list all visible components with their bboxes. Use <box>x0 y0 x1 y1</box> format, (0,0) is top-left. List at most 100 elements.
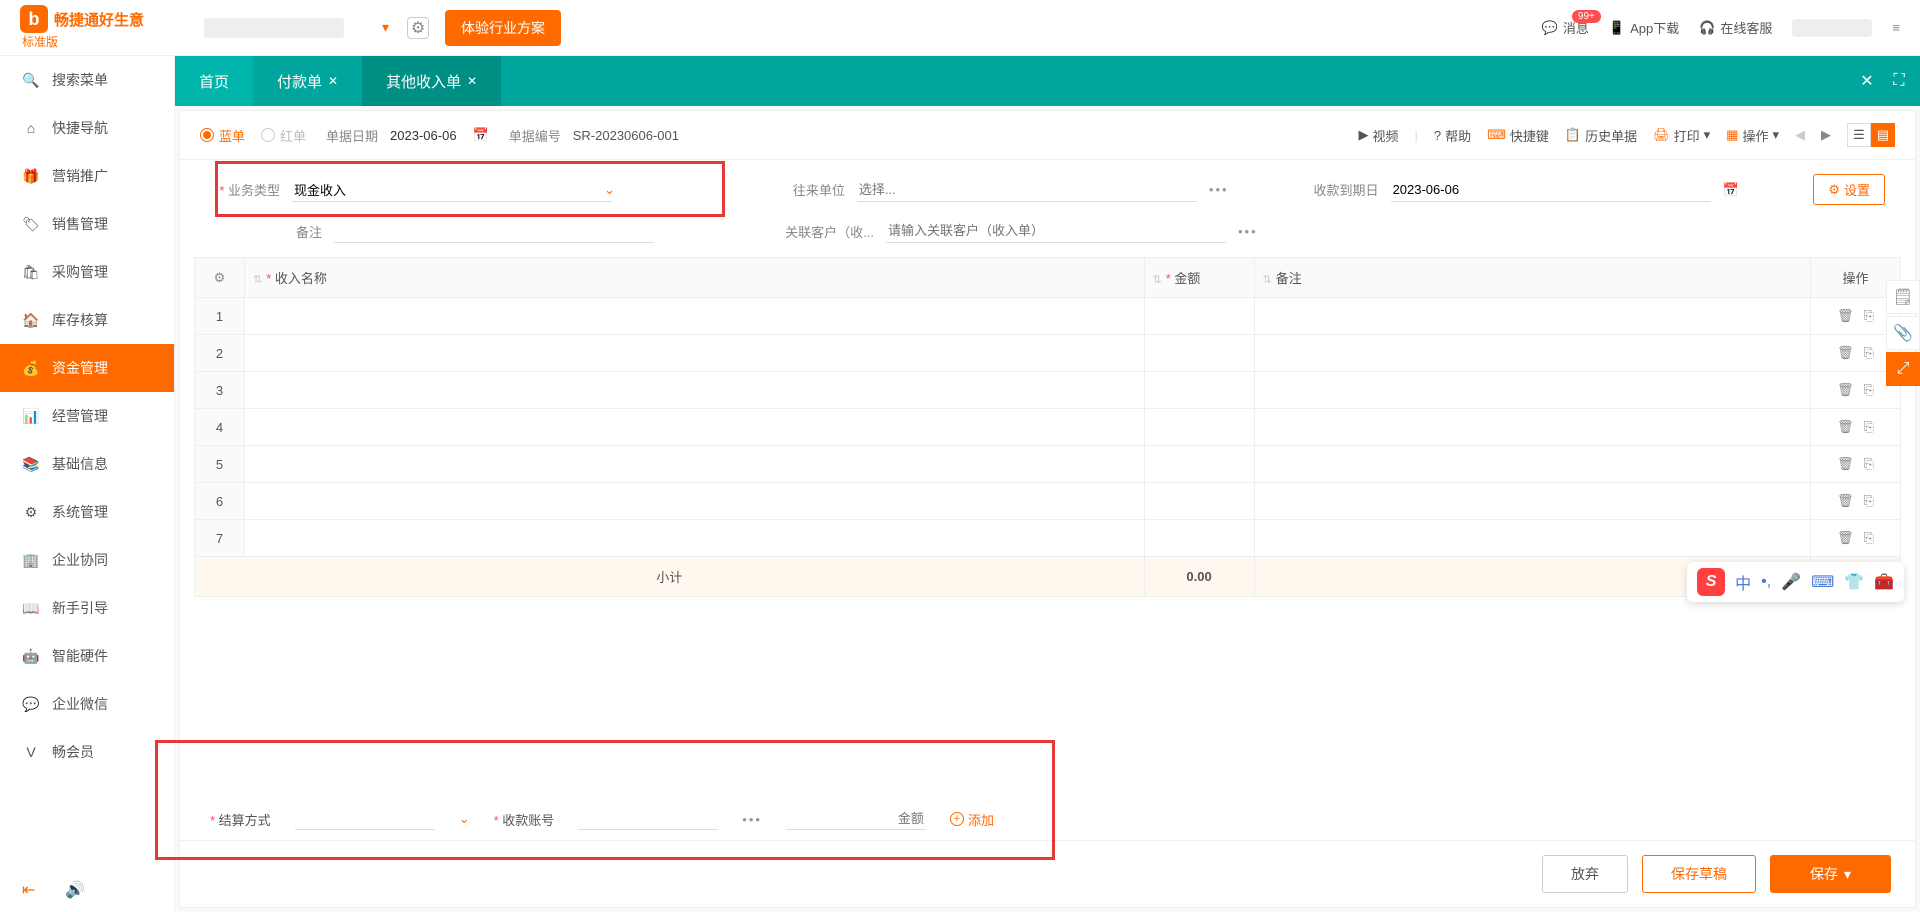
cell-income-name[interactable] <box>245 483 1145 520</box>
cell-remark[interactable] <box>1254 483 1810 520</box>
ime-mic-icon[interactable]: 🎤 <box>1781 572 1801 592</box>
ime-toolbar[interactable]: S 中 •, 🎤 ⌨ 👕 🧰 <box>1687 562 1904 602</box>
cell-remark[interactable] <box>1254 446 1810 483</box>
more-dots-icon[interactable]: ••• <box>1238 224 1258 239</box>
more-dots-icon[interactable]: ••• <box>742 812 762 827</box>
delete-row-icon[interactable]: 🗑 <box>1837 493 1854 509</box>
table-settings-icon[interactable]: ⚙ <box>195 258 245 298</box>
table-row[interactable]: 3🗑⎘ <box>195 372 1901 409</box>
user-name-blur[interactable] <box>1792 19 1872 37</box>
view-card-icon[interactable]: ▤ <box>1871 123 1895 147</box>
sidebar-item-11[interactable]: 📖新手引导 <box>0 584 174 632</box>
org-selector[interactable]: ▾ <box>204 18 407 38</box>
cell-amount[interactable] <box>1144 372 1254 409</box>
sidebar-item-4[interactable]: 🛍采购管理 <box>0 248 174 296</box>
radio-blue-bill[interactable]: 蓝单 <box>200 126 245 145</box>
ime-lang[interactable]: 中 <box>1735 570 1751 594</box>
copy-row-icon[interactable]: ⎘ <box>1864 345 1874 361</box>
sidebar-item-9[interactable]: ⚙系统管理 <box>0 488 174 536</box>
settlement-method-input[interactable] <box>295 808 435 830</box>
cell-amount[interactable] <box>1144 298 1254 335</box>
add-settlement-button[interactable]: + 添加 <box>950 810 994 829</box>
ime-toolbox-icon[interactable]: 🧰 <box>1874 572 1894 592</box>
discard-button[interactable]: 放弃 <box>1542 855 1628 893</box>
cell-remark[interactable] <box>1254 372 1810 409</box>
delete-row-icon[interactable]: 🗑 <box>1837 382 1854 398</box>
calendar-icon[interactable]: 📅 <box>1723 182 1739 198</box>
table-row[interactable]: 4🗑⎘ <box>195 409 1901 446</box>
col-amount[interactable]: ⇅* 金额 <box>1144 258 1254 298</box>
history-link[interactable]: 📋历史单据 <box>1565 126 1637 145</box>
col-income-name[interactable]: ⇅* 收入名称 <box>245 258 1145 298</box>
sidebar-item-0[interactable]: 🔍搜索菜单 <box>0 56 174 104</box>
cell-amount[interactable] <box>1144 335 1254 372</box>
cell-income-name[interactable] <box>245 520 1145 557</box>
cell-income-name[interactable] <box>245 298 1145 335</box>
sidebar-item-7[interactable]: 📊经营管理 <box>0 392 174 440</box>
cell-remark[interactable] <box>1254 335 1810 372</box>
help-link[interactable]: ?帮助 <box>1434 126 1471 145</box>
operate-link[interactable]: ▦操作▾ <box>1726 126 1779 145</box>
bill-date-value[interactable]: 2023-06-06 <box>390 128 457 143</box>
remark-input[interactable] <box>334 219 654 243</box>
due-date-input[interactable] <box>1391 178 1711 202</box>
settings-gear-icon[interactable]: ⚙ <box>407 17 429 39</box>
table-row[interactable]: 5🗑⎘ <box>195 446 1901 483</box>
tab-0[interactable]: 付款单✕ <box>253 56 362 106</box>
table-row[interactable]: 2🗑⎘ <box>195 335 1901 372</box>
video-link[interactable]: ▶视频 <box>1358 126 1398 145</box>
related-customer-input[interactable] <box>886 219 1226 243</box>
cell-amount[interactable] <box>1144 483 1254 520</box>
delete-row-icon[interactable]: 🗑 <box>1837 308 1854 324</box>
rail-note-icon[interactable]: 🗒 <box>1886 280 1920 314</box>
prev-icon[interactable]: ◀ <box>1795 127 1805 143</box>
copy-row-icon[interactable]: ⎘ <box>1864 419 1874 435</box>
copy-row-icon[interactable]: ⎘ <box>1864 382 1874 398</box>
delete-row-icon[interactable]: 🗑 <box>1837 456 1854 472</box>
cell-income-name[interactable] <box>245 446 1145 483</box>
view-list-icon[interactable]: ☰ <box>1847 123 1871 147</box>
chevron-down-icon[interactable]: ⌄ <box>459 811 470 827</box>
copy-row-icon[interactable]: ⎘ <box>1864 456 1874 472</box>
settlement-account-input[interactable] <box>578 808 718 830</box>
biz-type-input[interactable] <box>292 178 612 202</box>
sidebar-item-13[interactable]: 💬企业微信 <box>0 680 174 728</box>
online-service-link[interactable]: 🎧 在线客服 <box>1699 18 1772 37</box>
sidebar-item-5[interactable]: 🏠库存核算 <box>0 296 174 344</box>
cell-amount[interactable] <box>1144 446 1254 483</box>
print-link[interactable]: 🖨打印▾ <box>1653 126 1710 145</box>
app-download-link[interactable]: 📱 App下载 <box>1609 18 1679 37</box>
tab-1[interactable]: 其他收入单✕ <box>362 56 501 106</box>
sidebar-item-10[interactable]: 🏢企业协同 <box>0 536 174 584</box>
sidebar-item-6[interactable]: 💰资金管理 <box>0 344 174 392</box>
tab-home[interactable]: 首页 <box>175 56 253 106</box>
tab-close-all-icon[interactable]: ✕ <box>1852 66 1882 96</box>
next-icon[interactable]: ▶ <box>1821 127 1831 143</box>
chevron-down-icon[interactable]: ⌄ <box>604 182 615 198</box>
col-remark[interactable]: ⇅备注 <box>1254 258 1810 298</box>
rail-expand-icon[interactable]: ⤢ <box>1886 352 1920 386</box>
delete-row-icon[interactable]: 🗑 <box>1837 419 1854 435</box>
calendar-icon[interactable]: 📅 <box>473 127 489 143</box>
cell-remark[interactable] <box>1254 520 1810 557</box>
cell-income-name[interactable] <box>245 335 1145 372</box>
close-icon[interactable]: ✕ <box>467 74 477 88</box>
save-button[interactable]: 保存▾ <box>1770 855 1891 893</box>
sound-icon[interactable]: 🔊 <box>65 880 85 900</box>
save-draft-button[interactable]: 保存草稿 <box>1642 855 1756 893</box>
sidebar-item-14[interactable]: V畅会员 <box>0 728 174 776</box>
radio-red-bill[interactable]: 红单 <box>261 126 306 145</box>
close-icon[interactable]: ✕ <box>328 74 338 88</box>
settlement-amount-input[interactable] <box>786 808 926 830</box>
ime-skin-icon[interactable]: 👕 <box>1844 572 1864 592</box>
ime-keyboard-icon[interactable]: ⌨ <box>1811 572 1834 592</box>
more-dots-icon[interactable]: ••• <box>1209 182 1229 197</box>
copy-row-icon[interactable]: ⎘ <box>1864 530 1874 546</box>
delete-row-icon[interactable]: 🗑 <box>1837 530 1854 546</box>
messages-link[interactable]: 💬 消息 99+ <box>1542 18 1589 37</box>
cell-remark[interactable] <box>1254 298 1810 335</box>
ime-punct-icon[interactable]: •, <box>1761 573 1771 591</box>
settings-button[interactable]: ⚙ 设置 <box>1813 174 1885 205</box>
cell-remark[interactable] <box>1254 409 1810 446</box>
collapse-icon[interactable]: ⇤ <box>22 880 35 900</box>
